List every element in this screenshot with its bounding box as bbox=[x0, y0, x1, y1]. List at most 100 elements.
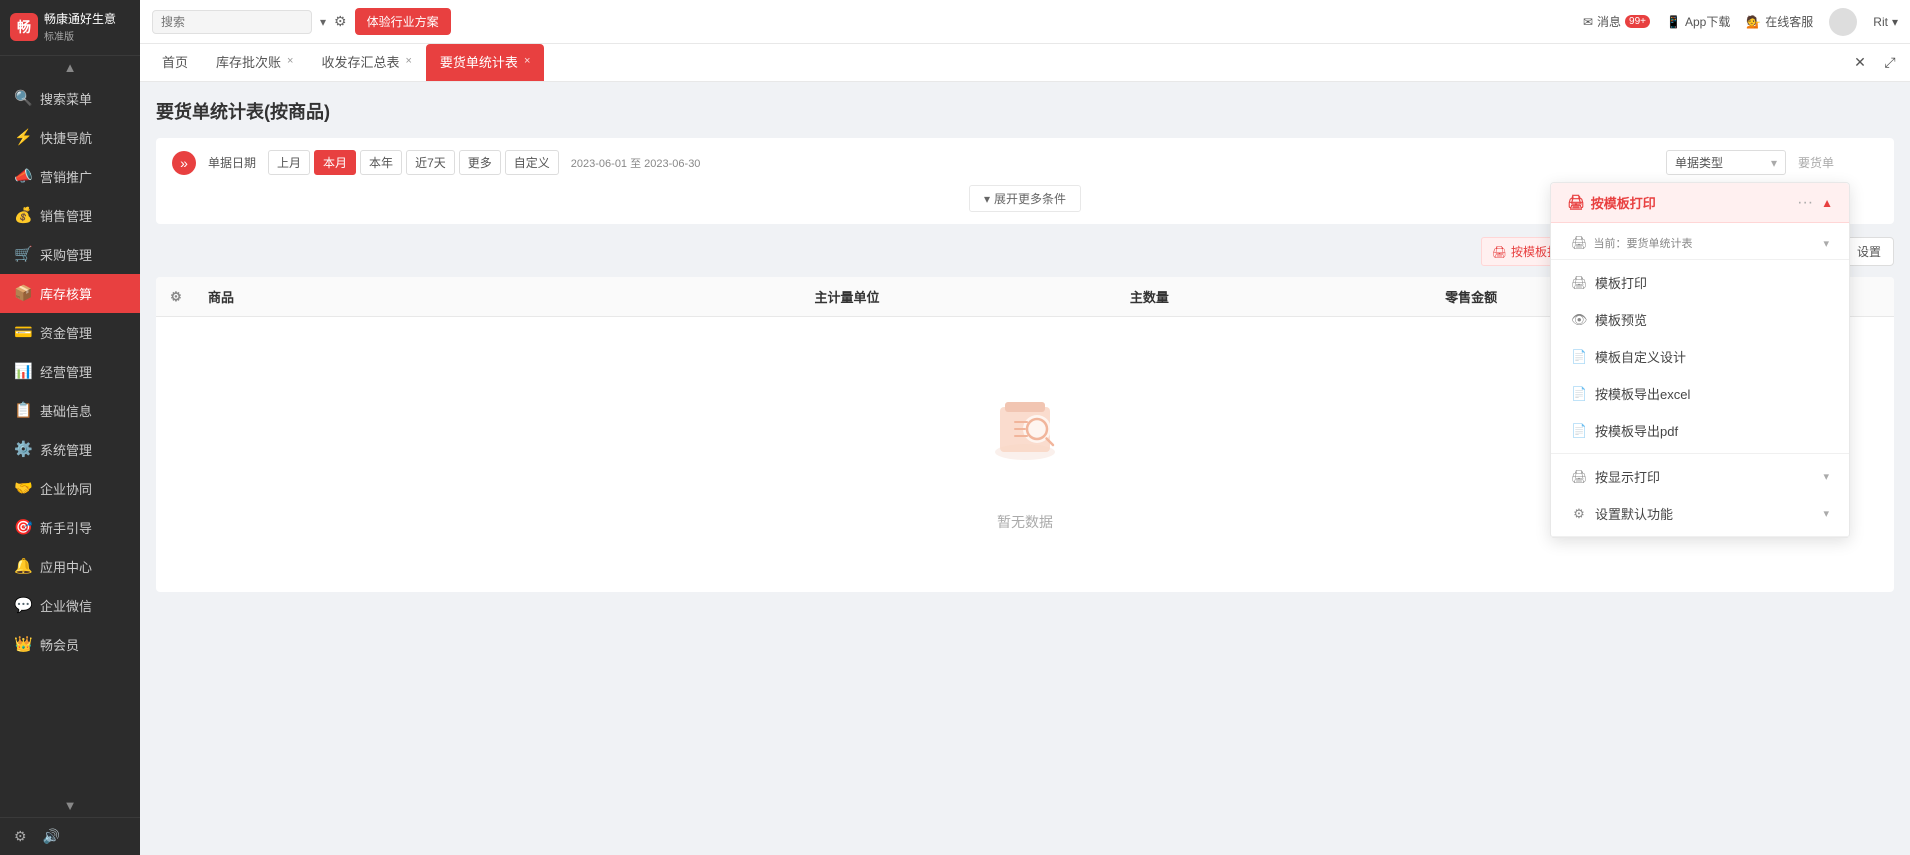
popup-item-export-excel[interactable]: 📄 按模板导出excel bbox=[1551, 375, 1849, 412]
sidebar-item-appstore[interactable]: 🔔 应用中心 bbox=[0, 547, 140, 586]
order-type-arrow: ▾ bbox=[1771, 156, 1777, 170]
app-download-label: App下载 bbox=[1685, 13, 1730, 30]
tab-collection[interactable]: 收发存汇总表 × bbox=[307, 44, 425, 81]
tab-batch[interactable]: 库存批次账 × bbox=[202, 44, 307, 81]
popup-print-icon: 🖨 bbox=[1567, 194, 1585, 211]
app-name: 畅康通好生意 bbox=[44, 12, 116, 28]
popup-close-arrow[interactable]: ▲ bbox=[1821, 196, 1833, 210]
tab-requisition-close[interactable]: × bbox=[524, 56, 530, 67]
expand-icon: ▾ bbox=[984, 192, 990, 206]
sidebar-item-purchase[interactable]: 🛒 采购管理 bbox=[0, 235, 140, 274]
order-type-select[interactable]: 单据类型 ▾ bbox=[1666, 150, 1786, 175]
display-print-icon: 🖨 bbox=[1571, 469, 1587, 485]
popup-more-icon[interactable]: ··· bbox=[1793, 194, 1817, 212]
date-btn-thismonth[interactable]: 本月 bbox=[314, 150, 356, 175]
app-subtitle: 标准版 bbox=[44, 28, 116, 43]
sidebar-item-guide[interactable]: 🎯 新手引导 bbox=[0, 508, 140, 547]
tab-collection-label: 收发存汇总表 bbox=[321, 52, 399, 71]
date-btn-thisyear[interactable]: 本年 bbox=[360, 150, 402, 175]
date-btn-7days[interactable]: 近7天 bbox=[406, 150, 455, 175]
sidebar-item-operation[interactable]: 📊 经营管理 bbox=[0, 352, 140, 391]
online-service-btn[interactable]: 💁 在线客服 bbox=[1746, 13, 1813, 30]
message-icon: ✉ bbox=[1583, 15, 1593, 29]
date-range-display: 2023-06-01 至 2023-06-30 bbox=[571, 155, 701, 171]
date-btn-lastmonth[interactable]: 上月 bbox=[268, 150, 310, 175]
user-avatar[interactable] bbox=[1829, 8, 1857, 36]
tabs-close-btn[interactable]: ✕ bbox=[1848, 51, 1872, 75]
online-service-icon: 💁 bbox=[1746, 15, 1761, 29]
popup-item-export-pdf[interactable]: 📄 按模板导出pdf bbox=[1551, 412, 1849, 449]
tabs-expand-btn[interactable]: ⤢ bbox=[1878, 51, 1902, 75]
th-unit: 主计量单位 bbox=[803, 287, 1118, 306]
messages-btn[interactable]: ✉ 消息 99+ bbox=[1583, 13, 1650, 30]
sidebar-logo: 畅 畅康通好生意 标准版 bbox=[0, 0, 140, 56]
popup-display-print[interactable]: 🖨 按显示打印 ▾ bbox=[1551, 458, 1849, 495]
sidebar: 畅 畅康通好生意 标准版 ▲ 🔍 搜索菜单 ⚡ 快捷导航 📣 营销推广 💰 销售… bbox=[0, 0, 140, 855]
sidebar-item-collab[interactable]: 🤝 企业协同 bbox=[0, 469, 140, 508]
tab-home[interactable]: 首页 bbox=[148, 44, 202, 81]
user-dropdown-icon: ▾ bbox=[1892, 15, 1898, 29]
app-download-btn[interactable]: 📱 App下载 bbox=[1666, 13, 1730, 30]
popup-item-template-design[interactable]: 📄 模板自定义设计 bbox=[1551, 338, 1849, 375]
sidebar-item-marketing[interactable]: 📣 营销推广 bbox=[0, 157, 140, 196]
sidebar-item-system[interactable]: ⚙️ 系统管理 bbox=[0, 430, 140, 469]
sidebar-item-label: 新手引导 bbox=[40, 518, 92, 537]
sidebar-item-member[interactable]: 👑 畅会员 bbox=[0, 625, 140, 664]
settings-col-icon[interactable]: ⚙ bbox=[170, 289, 182, 304]
popup-item-template-print[interactable]: 🖨 模板打印 bbox=[1551, 264, 1849, 301]
expand-more-btn[interactable]: ▾ 展开更多条件 bbox=[969, 185, 1081, 212]
sidebar-bottom: ⚙ 🔊 bbox=[0, 817, 140, 855]
page-title: 要货单统计表(按商品) bbox=[156, 98, 1894, 124]
default-func-icon: ⚙ bbox=[1571, 506, 1587, 522]
page-content: 要货单统计表(按商品) » 单据日期 上月 本月 本年 近7天 更多 自定义 2… bbox=[140, 82, 1910, 855]
sidebar-item-sales[interactable]: 💰 销售管理 bbox=[0, 196, 140, 235]
sidebar-item-label: 畅会员 bbox=[40, 635, 79, 654]
tab-batch-close[interactable]: × bbox=[287, 56, 293, 67]
popup-current-icon: 🖨 bbox=[1571, 235, 1588, 251]
sidebar-item-search[interactable]: 🔍 搜索菜单 bbox=[0, 79, 140, 118]
sidebar-scroll-up[interactable]: ▲ bbox=[0, 56, 140, 79]
settings-btn[interactable]: 设置 bbox=[1844, 237, 1894, 266]
sidebar-item-finance[interactable]: 💳 资金管理 bbox=[0, 313, 140, 352]
audio-bottom-icon[interactable]: 🔊 bbox=[43, 828, 60, 845]
sidebar-scroll-down[interactable]: ▼ bbox=[0, 794, 140, 817]
topbar-dropdown-arrow[interactable]: ▾ bbox=[320, 15, 326, 29]
settings-bottom-icon[interactable]: ⚙ bbox=[14, 828, 27, 845]
topbar-search-input[interactable] bbox=[152, 10, 312, 34]
tab-batch-label: 库存批次账 bbox=[216, 52, 281, 71]
system-icon: ⚙️ bbox=[14, 440, 32, 458]
sidebar-item-wechat[interactable]: 💬 企业微信 bbox=[0, 586, 140, 625]
inventory-icon: 📦 bbox=[14, 284, 32, 302]
marketing-icon: 📣 bbox=[14, 167, 32, 185]
topbar: ▾ ⚙ 体验行业方案 ✉ 消息 99+ 📱 App下载 💁 在线客服 Rit ▾ bbox=[140, 0, 1910, 44]
sidebar-item-basic[interactable]: 📋 基础信息 bbox=[0, 391, 140, 430]
user-name[interactable]: Rit ▾ bbox=[1873, 15, 1898, 29]
date-btn-more[interactable]: 更多 bbox=[459, 150, 501, 175]
guide-icon: 🎯 bbox=[14, 518, 32, 536]
sidebar-item-label: 销售管理 bbox=[40, 206, 92, 225]
sidebar-item-label: 应用中心 bbox=[40, 557, 92, 576]
sidebar-item-quicknav[interactable]: ⚡ 快捷导航 bbox=[0, 118, 140, 157]
template-preview-icon: 👁 bbox=[1571, 312, 1587, 328]
topbar-gear-icon[interactable]: ⚙ bbox=[334, 13, 347, 30]
tab-requisition[interactable]: 要货单统计表 × bbox=[426, 44, 544, 81]
purchase-icon: 🛒 bbox=[14, 245, 32, 263]
finance-icon: 💳 bbox=[14, 323, 32, 341]
popup-title: 🖨 按模板打印 bbox=[1567, 193, 1656, 212]
filter-expand-icon[interactable]: » bbox=[172, 151, 196, 175]
sidebar-item-inventory[interactable]: 📦 库存核算 bbox=[0, 274, 140, 313]
sidebar-item-label: 营销推广 bbox=[40, 167, 92, 186]
display-print-arrow: ▾ bbox=[1823, 470, 1829, 483]
export-excel-icon: 📄 bbox=[1571, 386, 1587, 402]
popup-default-func[interactable]: ⚙ 设置默认功能 ▾ bbox=[1551, 495, 1849, 532]
date-btn-custom[interactable]: 自定义 bbox=[505, 150, 559, 175]
empty-text: 暂无数据 bbox=[997, 512, 1053, 532]
tab-collection-close[interactable]: × bbox=[405, 56, 411, 67]
popup-item-template-preview[interactable]: 👁 模板预览 bbox=[1551, 301, 1849, 338]
trial-btn[interactable]: 体验行业方案 bbox=[355, 8, 451, 35]
tab-home-label: 首页 bbox=[162, 52, 188, 71]
export-excel-label: 按模板导出excel bbox=[1595, 384, 1690, 403]
template-design-label: 模板自定义设计 bbox=[1595, 347, 1686, 366]
message-badge: 99+ bbox=[1625, 15, 1650, 28]
wechat-icon: 💬 bbox=[14, 596, 32, 614]
